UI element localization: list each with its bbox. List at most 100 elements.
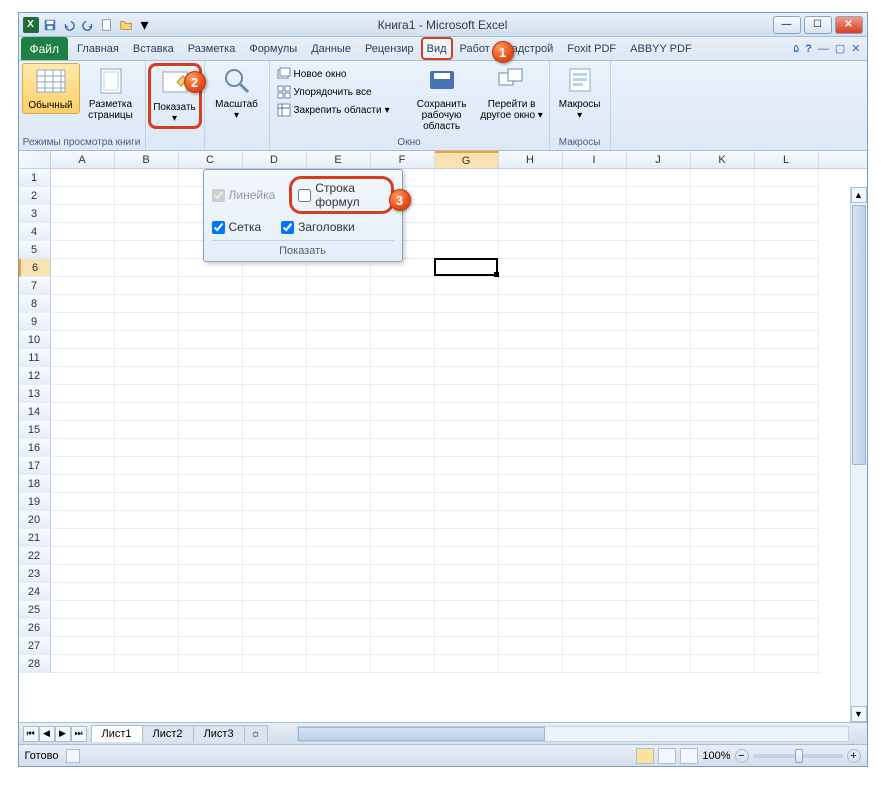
cell[interactable]	[179, 349, 243, 367]
new-window-button[interactable]: Новое окно	[273, 65, 394, 83]
row-header[interactable]: 4	[19, 223, 51, 241]
cell[interactable]	[307, 547, 371, 565]
cell[interactable]	[371, 655, 435, 673]
cell[interactable]	[755, 547, 819, 565]
cell[interactable]	[499, 241, 563, 259]
cell[interactable]	[563, 187, 627, 205]
cell[interactable]	[563, 511, 627, 529]
cell[interactable]	[435, 313, 499, 331]
cell[interactable]	[499, 547, 563, 565]
cell[interactable]	[371, 421, 435, 439]
cell[interactable]	[307, 331, 371, 349]
cell[interactable]	[307, 601, 371, 619]
cell[interactable]	[627, 601, 691, 619]
cell[interactable]	[563, 241, 627, 259]
cell[interactable]	[691, 403, 755, 421]
zoom-slider-thumb[interactable]	[795, 749, 803, 763]
cell[interactable]	[371, 457, 435, 475]
new-sheet-button[interactable]: ☼	[244, 725, 268, 742]
cell[interactable]	[691, 349, 755, 367]
cell[interactable]	[563, 349, 627, 367]
cell[interactable]	[115, 601, 179, 619]
cell[interactable]	[499, 313, 563, 331]
cell[interactable]	[691, 583, 755, 601]
cell[interactable]	[499, 529, 563, 547]
tab-insert[interactable]: Вставка	[126, 37, 181, 60]
col-header[interactable]: L	[755, 151, 819, 168]
cell[interactable]	[755, 241, 819, 259]
cell[interactable]	[115, 205, 179, 223]
col-header[interactable]: K	[691, 151, 755, 168]
cell[interactable]	[179, 655, 243, 673]
cell[interactable]	[179, 439, 243, 457]
cell[interactable]	[755, 349, 819, 367]
cell[interactable]	[563, 205, 627, 223]
cell[interactable]	[435, 619, 499, 637]
cell[interactable]	[563, 547, 627, 565]
row-header[interactable]: 22	[19, 547, 51, 565]
cell[interactable]	[435, 259, 499, 277]
cell[interactable]	[499, 295, 563, 313]
cell[interactable]	[435, 187, 499, 205]
cell[interactable]	[691, 619, 755, 637]
cell[interactable]	[755, 493, 819, 511]
tab-view[interactable]: Вид	[421, 37, 453, 60]
save-icon[interactable]	[41, 16, 59, 34]
grid-body[interactable]: ▲ ▼ 123456789101112131415161718192021222…	[19, 169, 867, 722]
tab-file[interactable]: Файл	[21, 37, 69, 60]
cell[interactable]	[691, 547, 755, 565]
row-header[interactable]: 9	[19, 313, 51, 331]
cell[interactable]	[563, 421, 627, 439]
cell[interactable]	[563, 169, 627, 187]
doc-restore-icon[interactable]: ▢	[835, 42, 845, 55]
sheet-tab[interactable]: Лист1	[91, 725, 143, 742]
cell[interactable]	[243, 313, 307, 331]
cell[interactable]	[179, 565, 243, 583]
cell[interactable]	[371, 493, 435, 511]
redo-icon[interactable]	[79, 16, 97, 34]
cell[interactable]	[179, 313, 243, 331]
cell[interactable]	[499, 457, 563, 475]
cell[interactable]	[627, 349, 691, 367]
cell[interactable]	[755, 169, 819, 187]
cell[interactable]	[371, 385, 435, 403]
cell[interactable]	[499, 187, 563, 205]
cell[interactable]	[307, 385, 371, 403]
cell[interactable]	[691, 331, 755, 349]
undo-icon[interactable]	[60, 16, 78, 34]
cell[interactable]	[563, 403, 627, 421]
cell[interactable]	[627, 367, 691, 385]
cell[interactable]	[51, 655, 115, 673]
cell[interactable]	[307, 439, 371, 457]
cell[interactable]	[51, 619, 115, 637]
horizontal-scrollbar[interactable]	[297, 726, 849, 742]
col-header[interactable]: C	[179, 151, 243, 168]
cell[interactable]	[51, 259, 115, 277]
cell[interactable]	[179, 547, 243, 565]
cell[interactable]	[627, 439, 691, 457]
cell[interactable]	[627, 583, 691, 601]
cell[interactable]	[499, 223, 563, 241]
cell[interactable]	[563, 601, 627, 619]
cell[interactable]	[499, 565, 563, 583]
cell[interactable]	[243, 655, 307, 673]
col-header[interactable]: A	[51, 151, 115, 168]
open-icon[interactable]	[117, 16, 135, 34]
cell[interactable]	[243, 349, 307, 367]
sheet-first-icon[interactable]: ⏮	[23, 726, 39, 742]
cell[interactable]	[627, 457, 691, 475]
cell[interactable]	[435, 601, 499, 619]
cell[interactable]	[499, 205, 563, 223]
cell[interactable]	[243, 511, 307, 529]
cell[interactable]	[435, 529, 499, 547]
cell[interactable]	[51, 529, 115, 547]
cell[interactable]	[755, 367, 819, 385]
view-pagebreak-icon[interactable]	[680, 748, 698, 764]
tab-formulas[interactable]: Формулы	[242, 37, 304, 60]
tab-layout[interactable]: Разметка	[181, 37, 243, 60]
cell[interactable]	[179, 493, 243, 511]
cell[interactable]	[307, 367, 371, 385]
doc-close-icon[interactable]: ✕	[851, 42, 860, 55]
cell[interactable]	[243, 385, 307, 403]
cell[interactable]	[691, 277, 755, 295]
